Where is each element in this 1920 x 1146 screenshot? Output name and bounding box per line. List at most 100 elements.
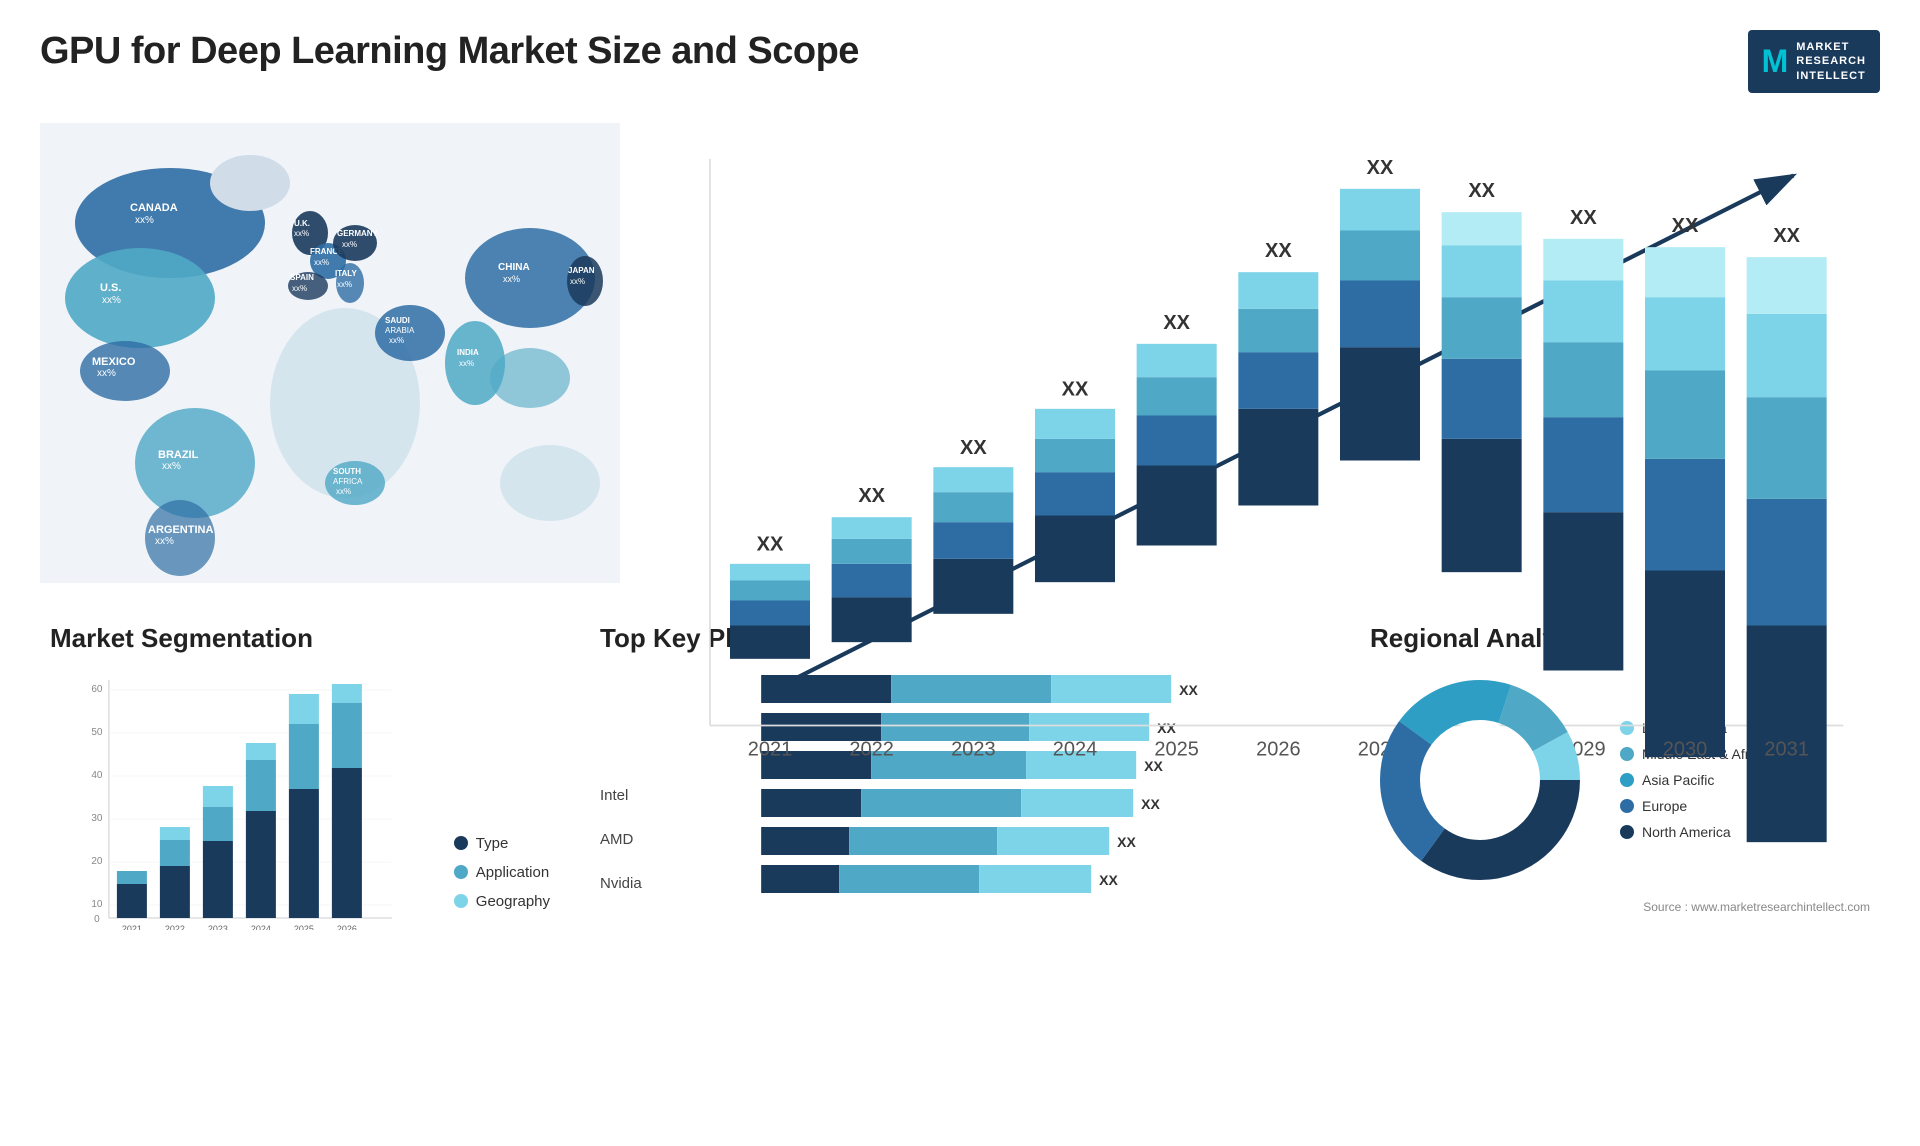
svg-text:xx%: xx% <box>102 295 121 306</box>
player-name-nvidia1-label: Nvidia <box>600 875 642 892</box>
svg-text:XX: XX <box>1773 225 1800 247</box>
svg-text:20: 20 <box>91 856 103 867</box>
legend-label-geography: Geography <box>476 893 550 910</box>
player-name-intel1 <box>600 690 642 726</box>
logo-letter: M <box>1762 43 1789 80</box>
svg-text:ITALY: ITALY <box>335 269 357 278</box>
seg-chart-area: 60 50 40 30 20 10 0 <box>50 670 550 930</box>
player-name-nvidia2 <box>600 910 642 946</box>
svg-text:xx%: xx% <box>336 487 351 496</box>
svg-text:xx%: xx% <box>97 368 116 379</box>
svg-text:2026: 2026 <box>1256 738 1301 760</box>
svg-text:XX: XX <box>1099 872 1118 888</box>
segmentation-section: Market Segmentation 60 50 40 30 20 10 0 <box>40 623 560 946</box>
world-map-svg: CANADA xx% U.S. xx% MEXICO xx% BRAZ <box>40 113 620 593</box>
svg-text:2023: 2023 <box>208 924 228 930</box>
player-name-amd1-label: Intel <box>600 787 628 804</box>
legend-dot-geography <box>454 894 468 908</box>
svg-text:2024: 2024 <box>1053 738 1098 760</box>
svg-text:XX: XX <box>1468 180 1495 202</box>
page-container: GPU for Deep Learning Market Size and Sc… <box>0 0 1920 1146</box>
svg-text:2025: 2025 <box>1154 738 1199 760</box>
svg-text:2024: 2024 <box>251 924 271 930</box>
seg-legend: Type Application Geography <box>454 835 550 930</box>
svg-text:XX: XX <box>1265 240 1292 262</box>
bar-chart-section: XX 2021 XX 2022 XX <box>640 113 1880 593</box>
svg-text:MEXICO: MEXICO <box>92 356 136 368</box>
bar-chart-inner: XX 2021 XX 2022 XX <box>660 123 1860 861</box>
svg-text:2023: 2023 <box>951 738 996 760</box>
svg-text:xx%: xx% <box>459 359 474 368</box>
player-name-amd2: AMD <box>600 822 642 858</box>
svg-text:2030: 2030 <box>1663 738 1708 760</box>
legend-item-application: Application <box>454 864 550 881</box>
svg-text:xx%: xx% <box>337 280 352 289</box>
logo-container: M MARKET RESEARCH INTELLECT <box>1748 30 1880 93</box>
svg-text:50: 50 <box>91 727 103 738</box>
svg-text:xx%: xx% <box>135 215 154 226</box>
svg-text:xx%: xx% <box>162 461 181 472</box>
player-names-col: Intel AMD Nvidia <box>600 690 642 946</box>
donut-svg <box>1370 670 1590 890</box>
svg-text:XX: XX <box>960 437 987 459</box>
svg-text:XX: XX <box>1367 157 1394 179</box>
legend-item-geography: Geography <box>454 893 550 910</box>
logo-box: M MARKET RESEARCH INTELLECT <box>1748 30 1880 93</box>
legend-label-type: Type <box>476 835 509 852</box>
logo-line3: INTELLECT <box>1796 69 1866 83</box>
svg-text:SAUDI: SAUDI <box>385 316 410 325</box>
svg-text:XX: XX <box>1672 215 1699 237</box>
svg-text:XX: XX <box>1570 207 1597 229</box>
svg-text:SOUTH: SOUTH <box>333 467 361 476</box>
svg-text:INDIA: INDIA <box>457 348 479 357</box>
svg-text:40: 40 <box>91 770 103 781</box>
svg-text:2025: 2025 <box>294 924 314 930</box>
logo-text: MARKET RESEARCH INTELLECT <box>1796 40 1866 83</box>
svg-text:JAPAN: JAPAN <box>568 266 595 275</box>
legend-dot-application <box>454 865 468 879</box>
svg-text:xx%: xx% <box>503 274 520 284</box>
svg-text:0: 0 <box>94 914 100 925</box>
svg-text:xx%: xx% <box>570 277 585 286</box>
svg-text:2021: 2021 <box>122 924 142 930</box>
seg-chart-svg: 60 50 40 30 20 10 0 <box>50 670 424 930</box>
svg-text:2022: 2022 <box>849 738 894 760</box>
legend-dot-type <box>454 836 468 850</box>
svg-text:XX: XX <box>1163 312 1190 334</box>
legend-item-type: Type <box>454 835 550 852</box>
svg-text:ARABIA: ARABIA <box>385 326 415 335</box>
svg-text:xx%: xx% <box>292 284 307 293</box>
svg-text:30: 30 <box>91 813 103 824</box>
player-name-nvidia1: Nvidia <box>600 866 642 902</box>
svg-text:XX: XX <box>757 533 784 555</box>
svg-text:BRAZIL: BRAZIL <box>158 449 199 461</box>
seg-chart-container: 60 50 40 30 20 10 0 <box>50 670 424 930</box>
world-map-section: CANADA xx% U.S. xx% MEXICO xx% BRAZ <box>40 113 620 593</box>
bar-chart-svg: XX 2021 XX 2022 XX <box>660 123 1860 861</box>
svg-text:GERMANY: GERMANY <box>337 229 379 238</box>
svg-text:2021: 2021 <box>748 738 793 760</box>
svg-text:2022: 2022 <box>165 924 185 930</box>
page-title: GPU for Deep Learning Market Size and Sc… <box>40 30 859 73</box>
svg-text:AFRICA: AFRICA <box>333 477 363 486</box>
player-name-intel2 <box>600 734 642 770</box>
logo-line1: MARKET <box>1796 40 1866 54</box>
svg-text:CANADA: CANADA <box>130 202 178 214</box>
svg-text:U.K.: U.K. <box>294 219 310 228</box>
segmentation-title: Market Segmentation <box>50 623 550 654</box>
svg-text:xx%: xx% <box>342 240 357 249</box>
svg-text:xx%: xx% <box>155 536 174 547</box>
svg-text:60: 60 <box>91 684 103 695</box>
logo-line2: RESEARCH <box>1796 54 1866 68</box>
svg-text:SPAIN: SPAIN <box>290 273 314 282</box>
svg-text:2031: 2031 <box>1764 738 1809 760</box>
svg-text:2026: 2026 <box>337 924 357 930</box>
svg-text:xx%: xx% <box>314 258 329 267</box>
svg-text:xx%: xx% <box>389 336 404 345</box>
svg-text:XX: XX <box>858 485 885 507</box>
svg-text:XX: XX <box>1062 378 1089 400</box>
donut-container <box>1370 670 1590 890</box>
svg-text:U.S.: U.S. <box>100 282 121 294</box>
svg-text:10: 10 <box>91 899 103 910</box>
source-text: Source : www.marketresearchintellect.com <box>1370 900 1870 914</box>
